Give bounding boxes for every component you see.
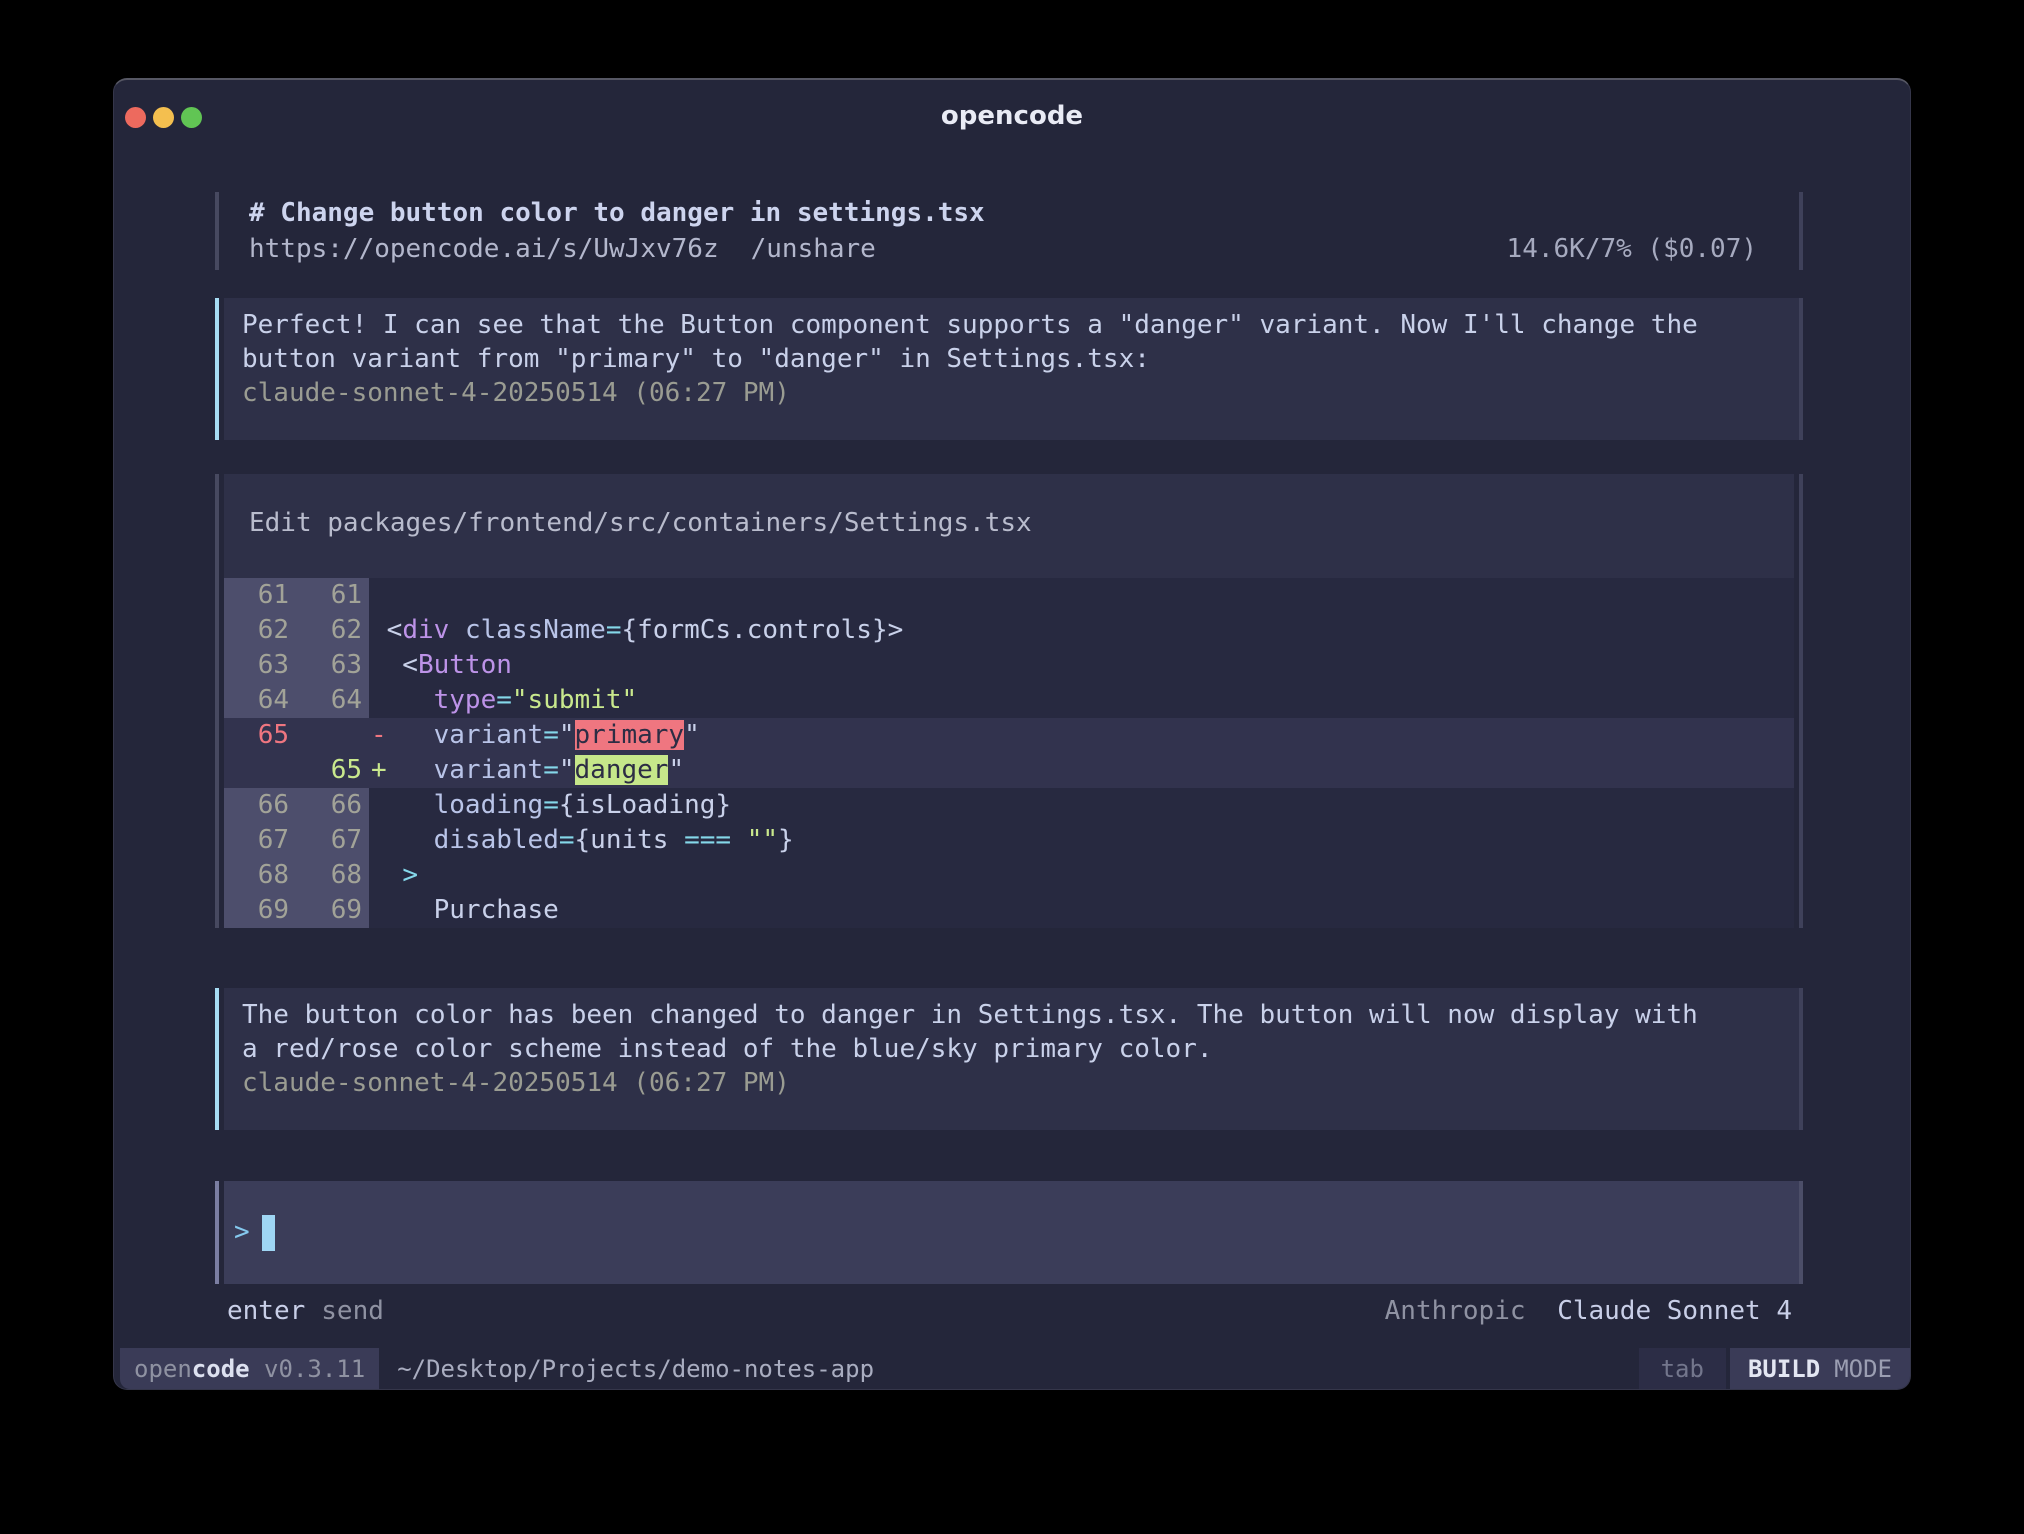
code-line: <Button xyxy=(369,648,1794,683)
diff-row: 6161 xyxy=(224,578,1794,613)
main-content: # Change button color to danger in setti… xyxy=(215,192,1803,1328)
diff-row: 65+ variant="danger" xyxy=(224,753,1794,788)
diff-row: 6868 > xyxy=(224,858,1794,893)
model-info: Anthropic Claude Sonnet 4 xyxy=(1385,1294,1792,1328)
keybind-hint-row: enter send Anthropic Claude Sonnet 4 xyxy=(215,1294,1803,1328)
code-line: type="submit" xyxy=(369,683,1794,718)
message-meta: claude-sonnet-4-20250514 (06:27 PM) xyxy=(242,376,1779,410)
app-name-light: open xyxy=(134,1355,192,1383)
assistant-message: The button color has been changed to dan… xyxy=(215,988,1803,1130)
opencode-window: opencode # Change button color to danger… xyxy=(113,78,1911,1390)
code-line xyxy=(369,578,1794,613)
line-number-new: 68 xyxy=(296,858,369,893)
send-action-hint: send xyxy=(321,1294,384,1328)
line-number-new: 64 xyxy=(296,683,369,718)
line-number-old: 65 xyxy=(224,718,296,753)
line-number-old: 68 xyxy=(224,858,296,893)
line-number-new: 67 xyxy=(296,823,369,858)
line-number-old: 63 xyxy=(224,648,296,683)
message-line: Perfect! I can see that the Button compo… xyxy=(242,308,1779,342)
enter-key-hint: enter xyxy=(227,1294,305,1328)
session-header: # Change button color to danger in setti… xyxy=(215,192,1803,270)
app-version-chip: opencode v0.3.11 xyxy=(120,1348,379,1389)
code-line: <div className={formCs.controls}> xyxy=(369,613,1794,648)
session-title: # Change button color to danger in setti… xyxy=(249,195,985,231)
diff-row: 6262 <div className={formCs.controls}> xyxy=(224,613,1794,648)
edit-file-path: Edit packages/frontend/src/containers/Se… xyxy=(224,510,1794,536)
message-line: The button color has been changed to dan… xyxy=(242,998,1779,1032)
diff-row: 65 - variant="primary" xyxy=(224,718,1794,753)
line-number-old: 61 xyxy=(224,578,296,613)
mode-label-rest: MODE xyxy=(1834,1355,1892,1383)
message-line: button variant from "primary" to "danger… xyxy=(242,342,1779,376)
prompt-input-block: > xyxy=(215,1181,1803,1284)
unshare-command[interactable]: /unshare xyxy=(751,231,876,267)
diff-row: 6767 disabled={units === ""} xyxy=(224,823,1794,858)
share-url-link[interactable]: https://opencode.ai/s/UwJxv76z xyxy=(249,231,719,267)
line-number-new: 65 xyxy=(296,753,369,788)
text-cursor xyxy=(262,1215,275,1251)
code-line: - variant="primary" xyxy=(369,718,1794,753)
code-line: disabled={units === ""} xyxy=(369,823,1794,858)
code-line: > xyxy=(369,858,1794,893)
app-name-bold: code xyxy=(192,1355,250,1383)
message-line: a red/rose color scheme instead of the b… xyxy=(242,1032,1779,1066)
edit-tool-block: Edit packages/frontend/src/containers/Se… xyxy=(215,474,1803,928)
prompt-input[interactable]: > xyxy=(224,1181,1803,1284)
line-number-new: 62 xyxy=(296,613,369,648)
code-line: + variant="danger" xyxy=(369,753,1794,788)
code-line: loading={isLoading} xyxy=(369,788,1794,823)
line-number-old: 67 xyxy=(224,823,296,858)
line-number-old xyxy=(224,753,296,788)
diff-row: 6464 type="submit" xyxy=(224,683,1794,718)
message-meta: claude-sonnet-4-20250514 (06:27 PM) xyxy=(242,1066,1779,1100)
code-line: Purchase xyxy=(369,893,1794,928)
diff-row: 6363 <Button xyxy=(224,648,1794,683)
line-number-old: 62 xyxy=(224,613,296,648)
line-number-new xyxy=(296,718,369,753)
app-version: v0.3.11 xyxy=(250,1355,366,1383)
provider-name: Anthropic xyxy=(1385,1296,1526,1326)
prompt-symbol: > xyxy=(234,1215,250,1250)
window-titlebar: opencode xyxy=(114,80,1910,152)
line-number-new: 69 xyxy=(296,893,369,928)
assistant-message-body: Perfect! I can see that the Button compo… xyxy=(224,298,1803,440)
line-number-old: 66 xyxy=(224,788,296,823)
line-number-new: 66 xyxy=(296,788,369,823)
diff-row: 6969 Purchase xyxy=(224,893,1794,928)
diff-row: 6666 loading={isLoading} xyxy=(224,788,1794,823)
window-title: opencode xyxy=(114,80,1910,152)
line-number-new: 61 xyxy=(296,578,369,613)
line-number-new: 63 xyxy=(296,648,369,683)
assistant-message: Perfect! I can see that the Button compo… xyxy=(215,298,1803,440)
assistant-message-body: The button color has been changed to dan… xyxy=(224,988,1803,1130)
line-number-old: 69 xyxy=(224,893,296,928)
status-bar: opencode v0.3.11 ~/Desktop/Projects/demo… xyxy=(114,1348,1910,1389)
model-name: Claude Sonnet 4 xyxy=(1557,1296,1792,1326)
edit-tool-body: Edit packages/frontend/src/containers/Se… xyxy=(224,474,1794,928)
mode-toggle-chip[interactable]: BUILD MODE xyxy=(1730,1348,1910,1389)
mode-label-bold: BUILD xyxy=(1748,1355,1820,1383)
tab-key-hint[interactable]: tab xyxy=(1639,1348,1726,1389)
token-usage-cost: 14.6K/7% ($0.07) xyxy=(1507,231,1799,267)
diff-table: 61616262 <div className={formCs.controls… xyxy=(224,578,1794,928)
line-number-old: 64 xyxy=(224,683,296,718)
working-directory: ~/Desktop/Projects/demo-notes-app xyxy=(397,1348,874,1389)
